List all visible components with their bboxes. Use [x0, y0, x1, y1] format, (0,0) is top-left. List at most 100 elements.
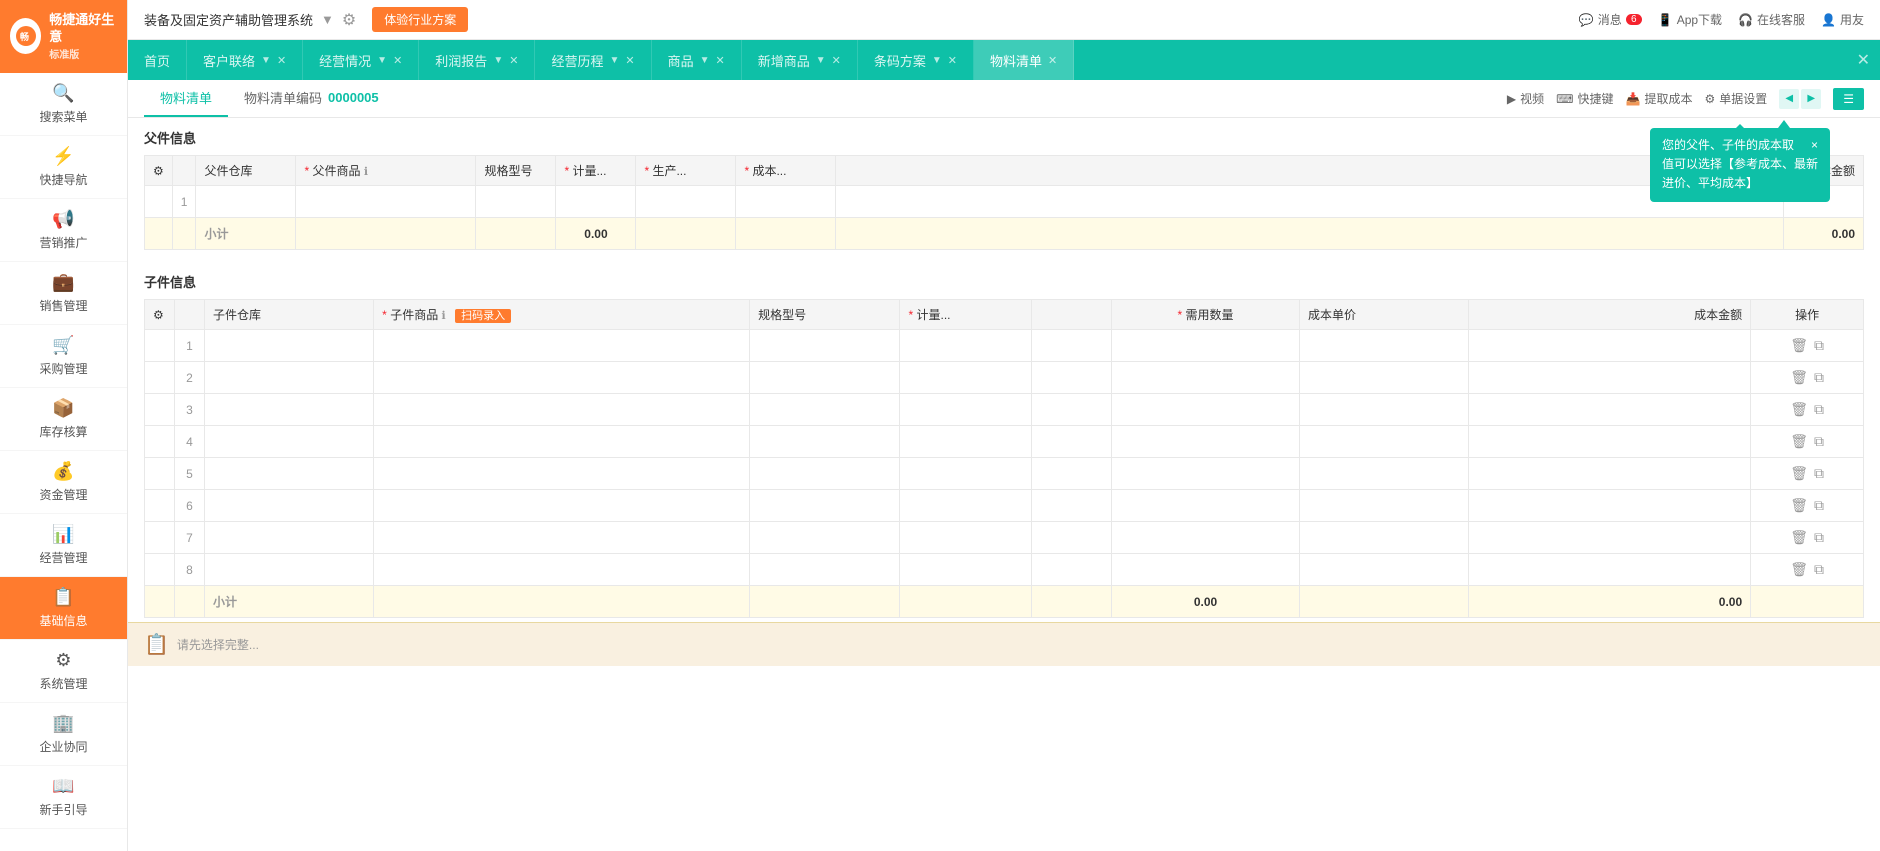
close-all-tabs-button[interactable]: ✕: [1847, 50, 1880, 70]
tab-customer[interactable]: 客户联络 ▼ ✕: [187, 40, 303, 80]
settings-icon[interactable]: ⚙: [342, 10, 356, 30]
child-row4-warehouse[interactable]: [205, 426, 374, 458]
child-row1-product[interactable]: [374, 330, 750, 362]
parent-row-production[interactable]: [636, 186, 736, 218]
message-button[interactable]: 💬 消息 6: [1579, 11, 1642, 28]
parent-row-cost[interactable]: [736, 186, 836, 218]
tab-home[interactable]: 首页: [128, 40, 187, 80]
child-col-setting[interactable]: ⚙: [145, 300, 175, 330]
delete-row6-button[interactable]: 🗑: [1790, 497, 1808, 514]
copy-row7-button[interactable]: ⧉: [1814, 529, 1824, 546]
sidebar-item-finance[interactable]: 💰 资金管理: [0, 451, 127, 514]
sub-tab-list[interactable]: 物料清单: [144, 80, 228, 117]
child-row8-product[interactable]: [374, 554, 750, 586]
sidebar-item-sales[interactable]: 💼 销售管理: [0, 262, 127, 325]
copy-row8-button[interactable]: ⧉: [1814, 561, 1824, 578]
child-row8-qty[interactable]: [1112, 554, 1300, 586]
child-row7-warehouse[interactable]: [205, 522, 374, 554]
child-row6-product[interactable]: [374, 490, 750, 522]
sidebar-item-enterprise[interactable]: 🏢 企业协同: [0, 703, 127, 766]
sidebar-item-marketing[interactable]: 📢 营销推广: [0, 199, 127, 262]
copy-row1-button[interactable]: ⧉: [1814, 337, 1824, 354]
child-row3-unit[interactable]: [900, 394, 1032, 426]
tab-bom-close[interactable]: ✕: [1048, 54, 1057, 67]
parent-row-warehouse[interactable]: [196, 186, 296, 218]
child-row4-qty[interactable]: [1112, 426, 1300, 458]
child-row1-qty[interactable]: [1112, 330, 1300, 362]
child-row8-unit[interactable]: [900, 554, 1032, 586]
delete-row4-button[interactable]: 🗑: [1790, 433, 1808, 450]
child-row1-unit[interactable]: [900, 330, 1032, 362]
sidebar-item-quick-nav[interactable]: ⚡ 快捷导航: [0, 136, 127, 199]
delete-row7-button[interactable]: 🗑: [1790, 529, 1808, 546]
service-button[interactable]: 🎧 在线客服: [1738, 11, 1805, 28]
extract-cost-button[interactable]: 📥 提取成本: [1625, 90, 1692, 107]
delete-row3-button[interactable]: 🗑: [1790, 401, 1808, 418]
nav-next-button[interactable]: ▶: [1801, 89, 1821, 109]
copy-row2-button[interactable]: ⧉: [1814, 369, 1824, 386]
sidebar-item-basic-info[interactable]: 📋 基础信息: [0, 577, 127, 640]
child-row3-warehouse[interactable]: [205, 394, 374, 426]
tab-bom[interactable]: 物料清单 ✕: [974, 40, 1074, 80]
tab-barcode-close[interactable]: ✕: [948, 54, 957, 67]
user-button[interactable]: 👤 用友: [1821, 11, 1864, 28]
view-video-button[interactable]: ▶ 视频: [1507, 90, 1544, 107]
child-row2-warehouse[interactable]: [205, 362, 374, 394]
app-download-button[interactable]: 📱 App下载: [1658, 11, 1722, 28]
tab-history[interactable]: 经营历程 ▼ ✕: [535, 40, 651, 80]
child-row7-unit[interactable]: [900, 522, 1032, 554]
trial-button[interactable]: 体验行业方案: [372, 7, 468, 32]
tab-new-goods-close[interactable]: ✕: [832, 54, 841, 67]
layout-button[interactable]: ☰: [1833, 88, 1864, 110]
child-row3-qty[interactable]: [1112, 394, 1300, 426]
sidebar-item-business-mgmt[interactable]: 📊 经营管理: [0, 514, 127, 577]
copy-row3-button[interactable]: ⧉: [1814, 401, 1824, 418]
sidebar-item-purchase[interactable]: 🛒 采购管理: [0, 325, 127, 388]
tab-barcode[interactable]: 条码方案 ▼ ✕: [858, 40, 974, 80]
child-row7-qty[interactable]: [1112, 522, 1300, 554]
sidebar-item-guide[interactable]: 📖 新手引导: [0, 766, 127, 829]
delete-row1-button[interactable]: 🗑: [1790, 337, 1808, 354]
scan-badge[interactable]: 扫码录入: [455, 309, 511, 323]
tab-operations[interactable]: 经营情况 ▼ ✕: [303, 40, 419, 80]
child-row5-unit[interactable]: [900, 458, 1032, 490]
tab-profit[interactable]: 利润报告 ▼ ✕: [419, 40, 535, 80]
child-row2-qty[interactable]: [1112, 362, 1300, 394]
copy-row6-button[interactable]: ⧉: [1814, 497, 1824, 514]
tab-goods-close[interactable]: ✕: [716, 54, 725, 67]
child-row6-qty[interactable]: [1112, 490, 1300, 522]
tab-customer-close[interactable]: ✕: [277, 54, 286, 67]
parent-row-product[interactable]: [296, 186, 476, 218]
child-row1-warehouse[interactable]: [205, 330, 374, 362]
child-row5-product[interactable]: [374, 458, 750, 490]
child-row6-unit[interactable]: [900, 490, 1032, 522]
copy-row4-button[interactable]: ⧉: [1814, 433, 1824, 450]
sidebar-item-system[interactable]: ⚙ 系统管理: [0, 640, 127, 703]
child-row4-product[interactable]: [374, 426, 750, 458]
child-row2-unit[interactable]: [900, 362, 1032, 394]
child-row8-warehouse[interactable]: [205, 554, 374, 586]
tab-history-close[interactable]: ✕: [625, 54, 634, 67]
single-settings-button[interactable]: ⚙ 单据设置: [1704, 90, 1767, 107]
child-row5-qty[interactable]: [1112, 458, 1300, 490]
child-row6-warehouse[interactable]: [205, 490, 374, 522]
tab-operations-close[interactable]: ✕: [393, 54, 402, 67]
child-row4-unit[interactable]: [900, 426, 1032, 458]
delete-row2-button[interactable]: 🗑: [1790, 369, 1808, 386]
child-row7-product[interactable]: [374, 522, 750, 554]
parent-col-setting[interactable]: ⚙: [145, 156, 173, 186]
delete-row8-button[interactable]: 🗑: [1790, 561, 1808, 578]
delete-row5-button[interactable]: 🗑: [1790, 465, 1808, 482]
tab-new-goods[interactable]: 新增商品 ▼ ✕: [742, 40, 858, 80]
parent-row-unit[interactable]: [556, 186, 636, 218]
child-row3-product[interactable]: [374, 394, 750, 426]
tooltip-close-button[interactable]: ×: [1811, 136, 1818, 155]
sidebar-item-inventory[interactable]: 📦 库存核算: [0, 388, 127, 451]
tab-profit-close[interactable]: ✕: [509, 54, 518, 67]
child-row2-product[interactable]: [374, 362, 750, 394]
sidebar-item-search[interactable]: 🔍 搜索菜单: [0, 73, 127, 136]
copy-row5-button[interactable]: ⧉: [1814, 465, 1824, 482]
child-row5-warehouse[interactable]: [205, 458, 374, 490]
shortcut-button[interactable]: ⌨ 快捷键: [1556, 90, 1613, 107]
tab-goods[interactable]: 商品 ▼ ✕: [652, 40, 742, 80]
